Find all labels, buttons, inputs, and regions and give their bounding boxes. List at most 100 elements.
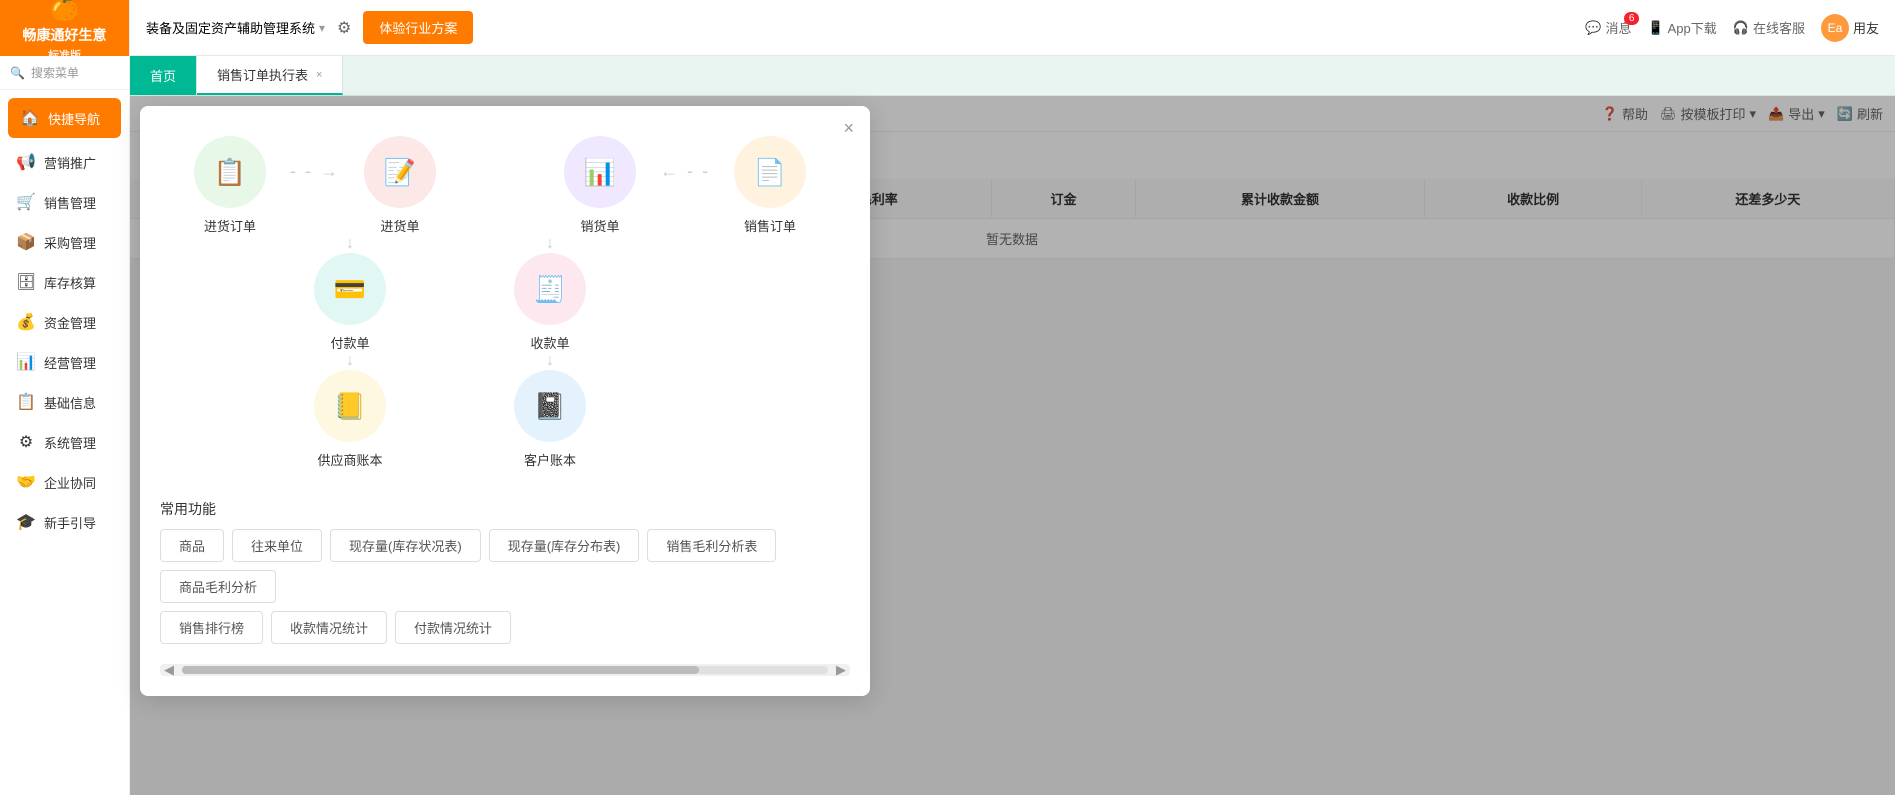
home-tab-label: 首页	[150, 66, 176, 85]
common-btn-payment-stats[interactable]: 付款情况统计	[395, 611, 511, 644]
common-functions-title: 常用功能	[160, 499, 850, 519]
common-btn-sales-rank[interactable]: 销售排行榜	[160, 611, 263, 644]
sales-order-tab-label: 销售订单执行表	[217, 65, 308, 84]
sidebar-label-purchase: 采购管理	[44, 233, 96, 252]
avatar-text: Ea	[1828, 21, 1843, 35]
avatar: Ea	[1821, 14, 1849, 42]
sidebar-label-inventory: 库存核算	[44, 273, 96, 292]
common-buttons-row-1: 商品 往来单位 现存量(库存状况表) 现存量(库存分布表) 销售毛利分析表 商品…	[160, 529, 850, 603]
scroll-left-icon[interactable]: ◀	[160, 662, 178, 678]
search-label: 搜索菜单	[31, 64, 79, 81]
flow-item-purchase-order[interactable]: 📋 进货订单	[170, 136, 290, 235]
tab-close-icon[interactable]: ×	[316, 69, 322, 81]
modal-overlay: × 📋 进货订单 - - → 📝 进货单	[130, 96, 1895, 795]
flow-row-3: 💳 付款单 🧾 收款单	[160, 253, 850, 352]
try-btn[interactable]: 体验行业方案	[363, 11, 473, 44]
app-download-btn[interactable]: 📱 App下载	[1647, 18, 1716, 37]
purchase-order-label: 进货订单	[204, 216, 256, 235]
payment-label: 付款单	[330, 333, 369, 352]
sidebar-item-sales[interactable]: 🛒 销售管理	[0, 182, 129, 222]
arrow-down-payment: ↓	[290, 352, 410, 370]
settings-icon[interactable]: ⚙	[337, 18, 351, 38]
tab-home[interactable]: 首页	[130, 56, 197, 95]
tab-bar: 首页 销售订单执行表 ×	[130, 56, 1895, 96]
sidebar-item-inventory[interactable]: 🗄 库存核算	[0, 262, 129, 302]
flow-row-4: ↓ ↓	[160, 352, 850, 370]
common-btn-sales-gross[interactable]: 销售毛利分析表	[647, 529, 776, 562]
common-btn-receipt-stats[interactable]: 收款情况统计	[271, 611, 387, 644]
scroll-right-icon[interactable]: ▶	[832, 662, 850, 678]
flow-item-receipt[interactable]: 🧾 收款单	[490, 253, 610, 352]
sidebar-item-guide[interactable]: 🎓 新手引导	[0, 502, 129, 542]
sidebar-label-enterprise: 企业协同	[44, 473, 96, 492]
common-functions-section: 常用功能 商品 往来单位 现存量(库存状况表) 现存量(库存分布表) 销售毛利分…	[160, 489, 850, 654]
dropdown-arrow-icon: ▾	[319, 21, 325, 35]
online-service-btn[interactable]: 🎧 在线客服	[1733, 18, 1805, 37]
user-menu[interactable]: Ea 用友	[1821, 14, 1879, 42]
home-icon: 🏠	[20, 108, 40, 128]
sidebar-item-finance[interactable]: 💰 资金管理	[0, 302, 129, 342]
flow-row-1: 📋 进货订单 - - → 📝 进货单 📊	[160, 136, 850, 235]
supplier-ledger-circle: 📒	[314, 370, 386, 442]
sidebar-label-system: 系统管理	[44, 433, 96, 452]
sales-bill-label: 销货单	[580, 216, 619, 235]
arrow-left-1: ← - -	[660, 161, 710, 210]
modal-scrollbar[interactable]: ◀ ▶	[160, 664, 850, 676]
sidebar-label-finance: 资金管理	[44, 313, 96, 332]
scrollbar-thumb	[182, 666, 699, 674]
flow-item-supplier-ledger[interactable]: 📒 供应商账本	[290, 370, 410, 469]
sidebar-item-enterprise[interactable]: 🤝 企业协同	[0, 462, 129, 502]
system-title-text: 装备及固定资产辅助管理系统	[146, 18, 315, 37]
flow-item-customer-ledger[interactable]: 📓 客户账本	[490, 370, 610, 469]
enterprise-icon: 🤝	[16, 472, 36, 492]
purchase-icon: 📦	[16, 232, 36, 252]
purchase-order-circle: 📋	[194, 136, 266, 208]
message-badge: 6	[1624, 12, 1640, 25]
arrow-down-purchase: ↓	[290, 235, 410, 253]
message-btn[interactable]: 💬 消息 6	[1585, 18, 1631, 37]
flow-item-purchase-bill[interactable]: 📝 进货单	[340, 136, 460, 235]
search-icon: 🔍	[10, 66, 25, 80]
supplier-ledger-label: 供应商账本	[317, 450, 382, 469]
sidebar-item-basic[interactable]: 📋 基础信息	[0, 382, 129, 422]
receipt-circle: 🧾	[514, 253, 586, 325]
sidebar-item-operation[interactable]: 📊 经营管理	[0, 342, 129, 382]
flow-row-5: 📒 供应商账本 📓 客户账本	[160, 370, 850, 469]
flow-item-sales-bill[interactable]: 📊 销货单	[540, 136, 660, 235]
sidebar-label-basic: 基础信息	[44, 393, 96, 412]
sidebar-label-quick-nav: 快捷导航	[48, 109, 100, 128]
modal: × 📋 进货订单 - - → 📝 进货单	[140, 106, 870, 696]
common-btn-partner[interactable]: 往来单位	[232, 529, 322, 562]
sales-icon: 🛒	[16, 192, 36, 212]
logo-sub: 标准版	[48, 47, 81, 63]
arrow-down-receipt: ↓	[490, 352, 610, 370]
flow-row-2: ↓ ↓	[160, 235, 850, 253]
purchase-bill-label: 进货单	[380, 216, 419, 235]
common-btn-stock-status[interactable]: 现存量(库存状况表)	[330, 529, 481, 562]
message-icon: 💬	[1585, 20, 1601, 36]
flow-item-sales-order-node[interactable]: 📄 销售订单	[710, 136, 830, 235]
sidebar-label-guide: 新手引导	[44, 513, 96, 532]
sidebar-label-sales: 销售管理	[44, 193, 96, 212]
common-btn-stock-dist[interactable]: 现存量(库存分布表)	[489, 529, 640, 562]
common-btn-goods[interactable]: 商品	[160, 529, 224, 562]
sidebar-nav: 🏠 快捷导航 📢 营销推广 🛒 销售管理 📦 采购管理 🗄 库存核算 💰 资金管…	[0, 90, 129, 546]
inventory-icon: 🗄	[16, 272, 36, 292]
sidebar-item-quick-nav[interactable]: 🏠 快捷导航	[8, 98, 121, 138]
header-actions: 💬 消息 6 📱 App下载 🎧 在线客服 Ea 用友	[1585, 14, 1879, 42]
system-title[interactable]: 装备及固定资产辅助管理系统 ▾	[146, 18, 325, 37]
marketing-icon: 📢	[16, 152, 36, 172]
flow-section: 📋 进货订单 - - → 📝 进货单 📊	[160, 126, 850, 489]
sidebar-item-marketing[interactable]: 📢 营销推广	[0, 142, 129, 182]
modal-close-btn[interactable]: ×	[843, 118, 854, 139]
sales-order-circle: 📄	[734, 136, 806, 208]
flow-item-payment[interactable]: 💳 付款单	[290, 253, 410, 352]
sidebar-item-system[interactable]: ⚙ 系统管理	[0, 422, 129, 462]
sidebar-item-purchase[interactable]: 📦 采购管理	[0, 222, 129, 262]
service-icon: 🎧	[1733, 20, 1749, 36]
operation-icon: 📊	[16, 352, 36, 372]
arrow-right-1: - - →	[290, 161, 340, 210]
common-btn-goods-gross[interactable]: 商品毛利分析	[160, 570, 276, 603]
tab-sales-order[interactable]: 销售订单执行表 ×	[197, 56, 343, 95]
logo-text: 畅康通好生意	[23, 25, 107, 45]
